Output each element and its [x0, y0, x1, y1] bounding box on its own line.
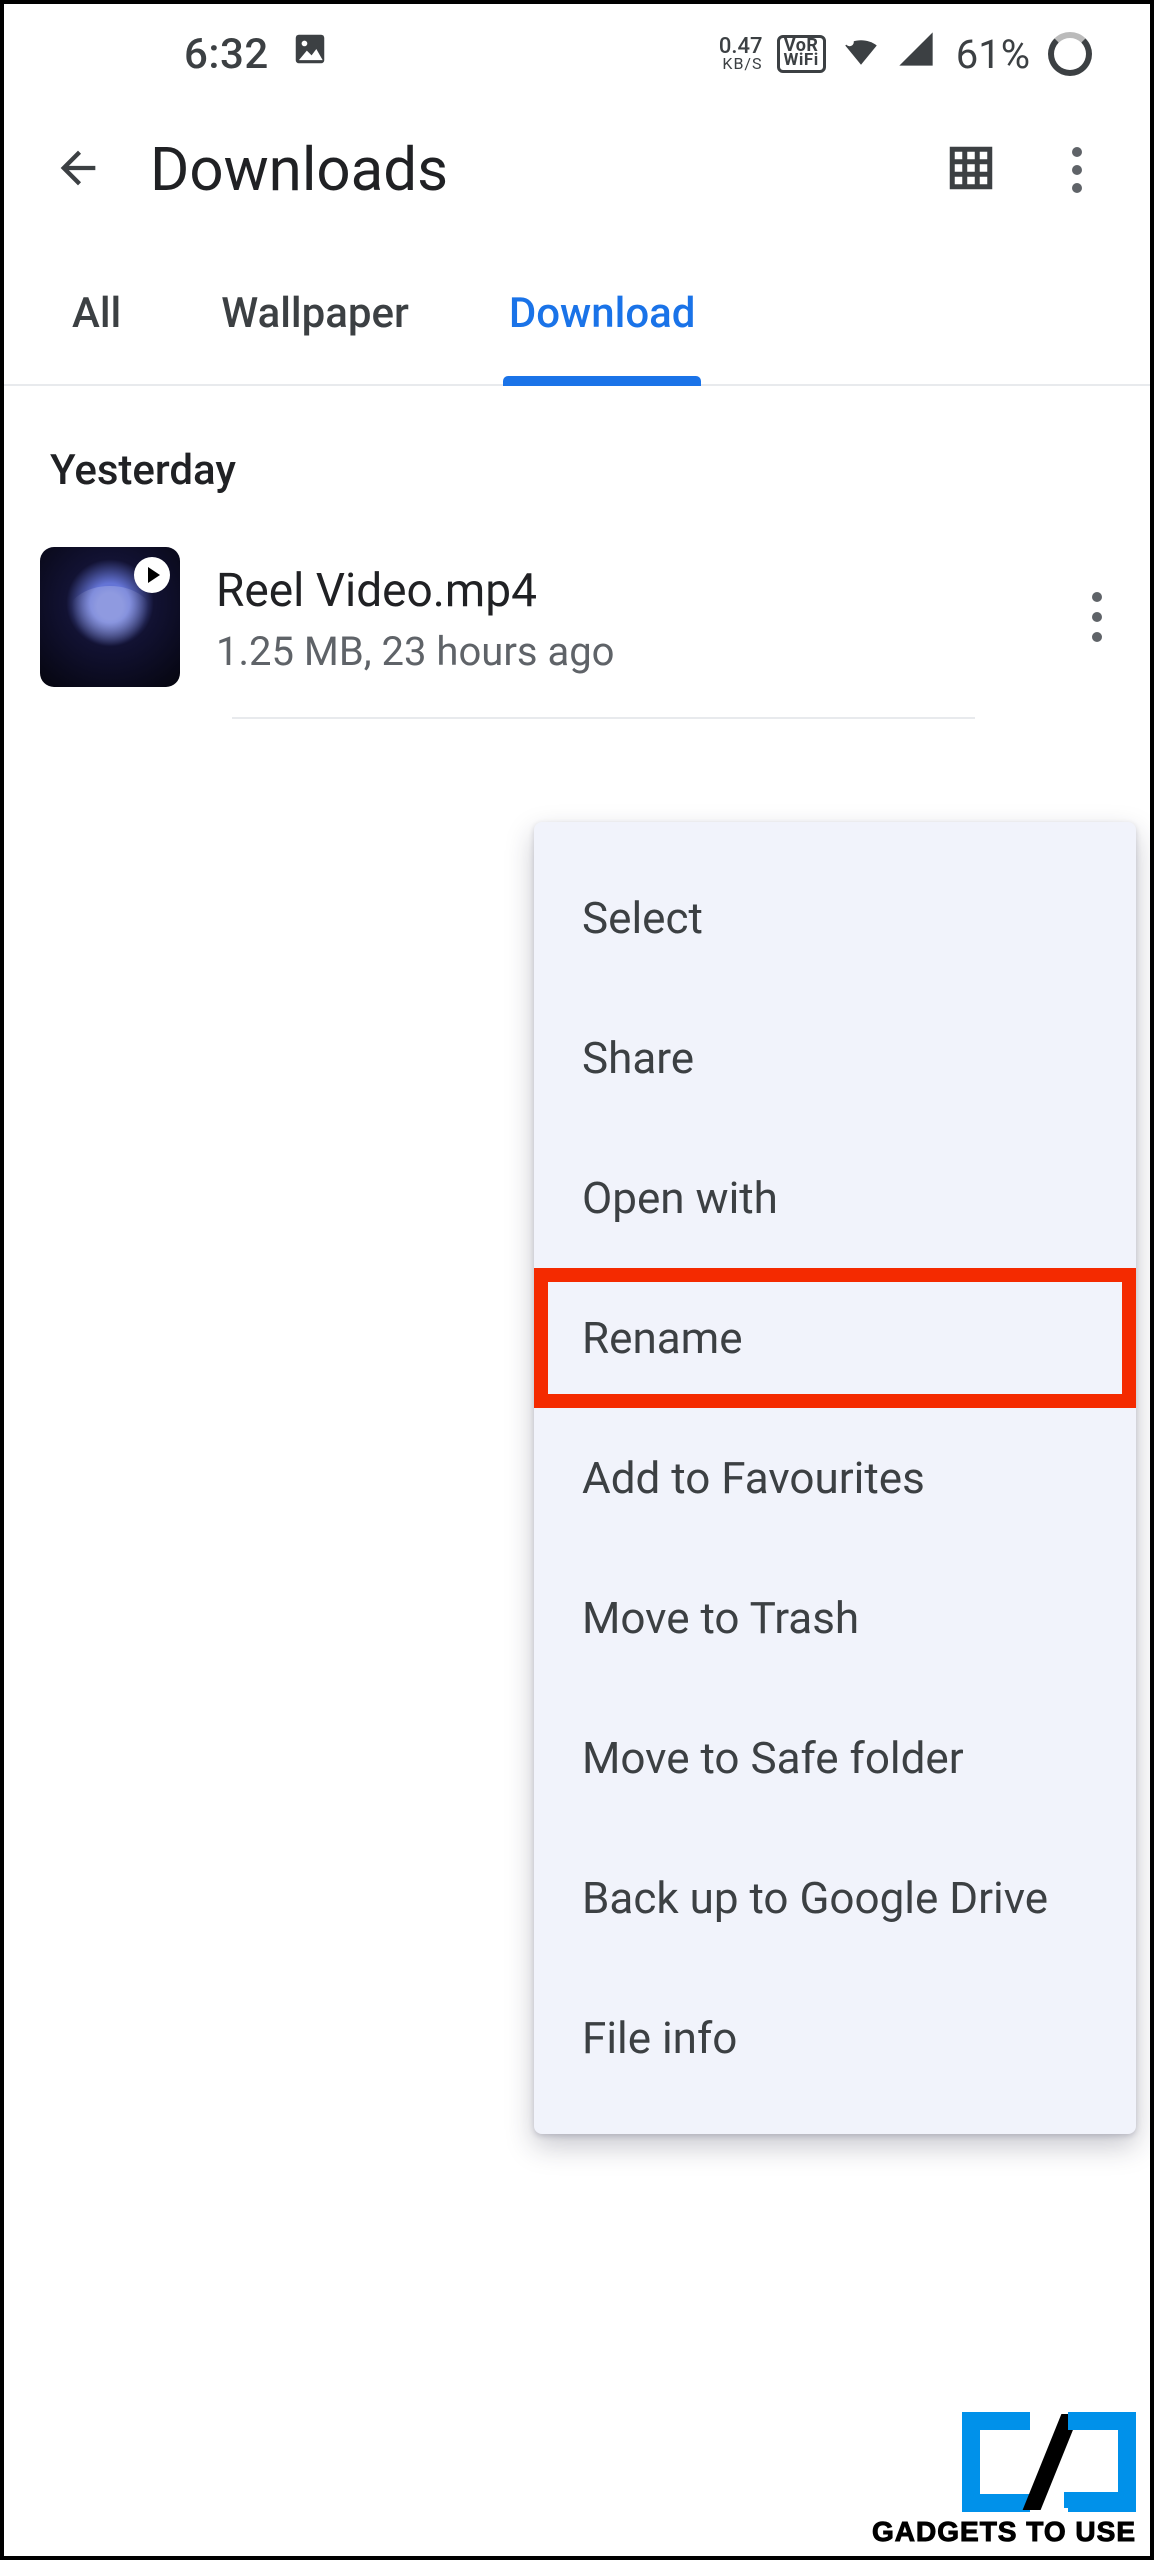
watermark-logo-icon: [962, 2412, 1136, 2512]
tab-wallpaper[interactable]: Wallpaper: [221, 289, 409, 384]
data-rate-unit: KB/S: [719, 57, 763, 71]
image-icon: [291, 30, 329, 78]
context-menu: Select Share Open with Rename Add to Fav…: [534, 822, 1136, 2134]
back-button[interactable]: [52, 142, 104, 198]
menu-item-add-favourites[interactable]: Add to Favourites: [534, 1408, 1136, 1548]
file-row[interactable]: Reel Video.mp4 1.25 MB, 23 hours ago: [4, 525, 1150, 709]
sync-spinner-icon: [1048, 32, 1092, 76]
menu-item-share[interactable]: Share: [534, 988, 1136, 1128]
watermark-text: GADGETS TO USE: [872, 2516, 1136, 2548]
view-grid-button[interactable]: [946, 143, 996, 197]
status-left: 6:32: [184, 30, 329, 79]
menu-item-select[interactable]: Select: [534, 848, 1136, 988]
file-more-button[interactable]: [1072, 578, 1122, 656]
file-name: Reel Video.mp4: [216, 564, 1036, 618]
menu-item-rename[interactable]: Rename: [534, 1268, 1136, 1408]
signal-icon: [896, 29, 936, 79]
status-time: 6:32: [184, 30, 269, 79]
status-right: 0.47 KB/S VoR WiFi 61%: [719, 28, 1092, 80]
vowifi-icon: VoR WiFi: [777, 35, 826, 73]
watermark: GADGETS TO USE: [872, 2412, 1136, 2548]
screen-frame: 6:32 0.47 KB/S VoR WiFi 61%: [0, 0, 1154, 2560]
battery-percent: 61%: [956, 31, 1030, 78]
app-bar: Downloads: [4, 104, 1150, 235]
file-thumbnail: [40, 547, 180, 687]
page-title: Downloads: [150, 134, 900, 205]
play-icon: [134, 557, 170, 593]
divider: [232, 717, 975, 719]
data-rate-indicator: 0.47 KB/S: [719, 37, 763, 71]
menu-item-file-info[interactable]: File info: [534, 1968, 1136, 2108]
file-meta: 1.25 MB, 23 hours ago: [216, 628, 1036, 675]
status-bar: 6:32 0.47 KB/S VoR WiFi 61%: [4, 4, 1150, 104]
section-header-yesterday: Yesterday: [4, 386, 1150, 525]
tabs-bar: All Wallpaper Download: [4, 235, 1150, 386]
tab-download[interactable]: Download: [509, 289, 696, 384]
tab-all[interactable]: All: [72, 289, 121, 384]
file-text: Reel Video.mp4 1.25 MB, 23 hours ago: [216, 560, 1036, 675]
menu-item-backup-drive[interactable]: Back up to Google Drive: [534, 1828, 1136, 1968]
wifi-icon: [840, 28, 882, 80]
menu-item-open-with[interactable]: Open with: [534, 1128, 1136, 1268]
menu-item-move-trash[interactable]: Move to Trash: [534, 1548, 1136, 1688]
menu-item-move-safe-folder[interactable]: Move to Safe folder: [534, 1688, 1136, 1828]
more-options-button[interactable]: [1042, 137, 1112, 203]
